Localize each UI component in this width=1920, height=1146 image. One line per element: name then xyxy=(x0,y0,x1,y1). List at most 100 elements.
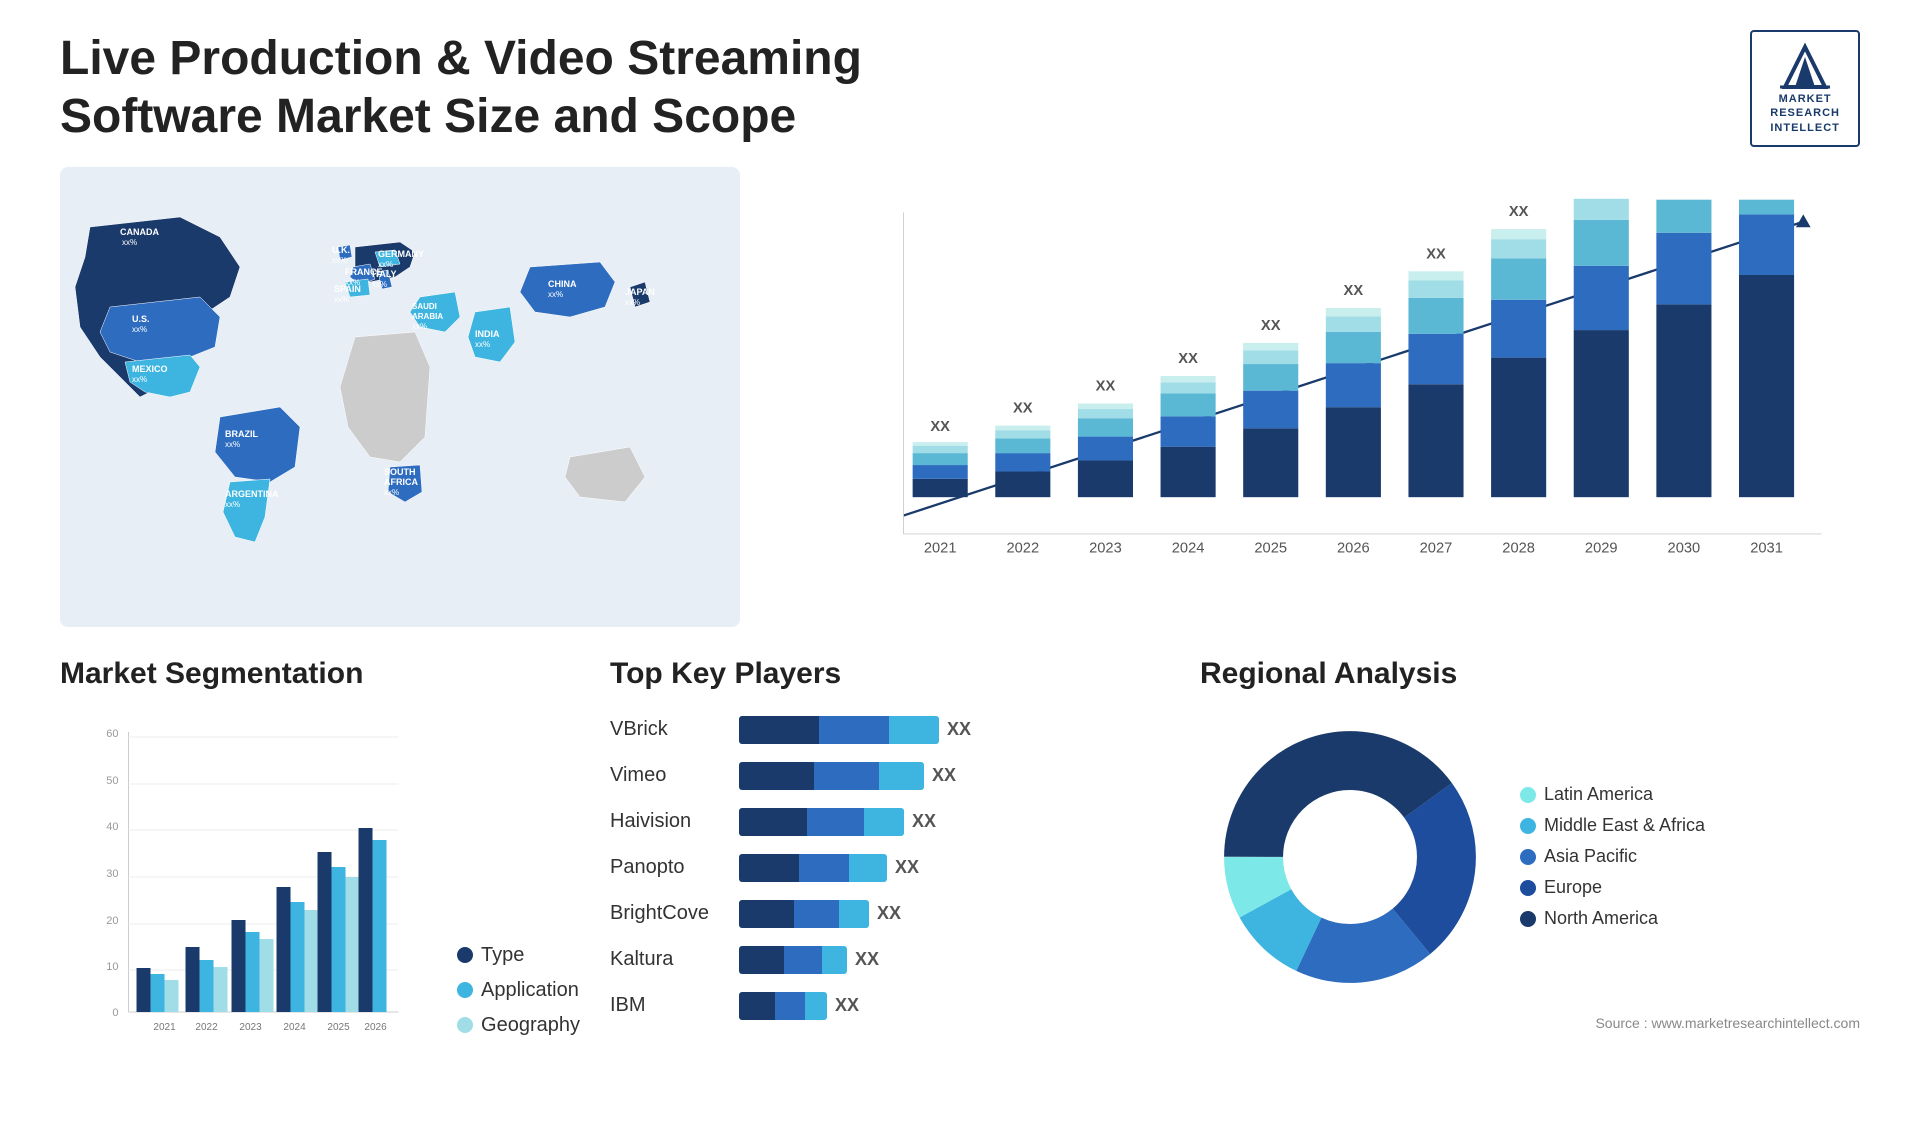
bar-vbrick-bg xyxy=(739,716,939,744)
key-players-title: Top Key Players xyxy=(610,657,1170,691)
svg-text:XX: XX xyxy=(1261,318,1281,334)
svg-text:2025: 2025 xyxy=(327,1022,350,1033)
bar-vbrick-val: XX xyxy=(947,719,971,740)
svg-text:2022: 2022 xyxy=(195,1022,218,1033)
legend-geo-label: Geography xyxy=(481,1014,580,1037)
svg-text:2026: 2026 xyxy=(364,1022,387,1033)
legend-latin-label: Latin America xyxy=(1544,784,1653,805)
svg-text:2025: 2025 xyxy=(1254,540,1287,556)
svg-text:2022: 2022 xyxy=(1006,540,1039,556)
svg-text:GERMANY: GERMANY xyxy=(378,249,424,259)
bar-haivision-bg xyxy=(739,808,904,836)
svg-text:2023: 2023 xyxy=(1089,540,1122,556)
legend-apac-dot xyxy=(1520,849,1536,865)
segmentation-section: Market Segmentation 0 10 20 30 40 50 xyxy=(60,657,580,1087)
svg-text:ARGENTINA: ARGENTINA xyxy=(225,489,279,499)
segmentation-chart: 0 10 20 30 40 50 60 xyxy=(60,722,437,1067)
legend-europe: Europe xyxy=(1520,877,1705,898)
pie-legend: Latin America Middle East & Africa Asia … xyxy=(1520,784,1705,929)
bar-brightcove-bg xyxy=(739,900,869,928)
legend-europe-label: Europe xyxy=(1544,877,1602,898)
bar-vimeo: XX xyxy=(739,753,1170,799)
svg-text:50: 50 xyxy=(106,775,118,787)
legend-na: North America xyxy=(1520,908,1705,929)
legend-mea-label: Middle East & Africa xyxy=(1544,815,1705,836)
legend-geography: Geography xyxy=(457,1014,580,1037)
svg-text:xx%: xx% xyxy=(332,256,347,265)
bottom-section: Market Segmentation 0 10 20 30 40 50 xyxy=(60,657,1860,1087)
bar-brightcove: XX xyxy=(739,891,1170,937)
svg-text:XX: XX xyxy=(930,419,950,435)
svg-text:AFRICA: AFRICA xyxy=(384,477,418,487)
svg-text:BRAZIL: BRAZIL xyxy=(225,429,258,439)
svg-text:xx%: xx% xyxy=(412,322,427,331)
svg-text:XX: XX xyxy=(1013,401,1033,417)
svg-text:xx%: xx% xyxy=(384,488,399,497)
svg-text:2027: 2027 xyxy=(1420,540,1453,556)
svg-text:U.S.: U.S. xyxy=(132,314,150,324)
legend-europe-dot xyxy=(1520,880,1536,896)
logo-text: MARKET RESEARCH INTELLECT xyxy=(1770,92,1840,135)
legend-type-dot xyxy=(457,947,473,963)
svg-text:ARABIA: ARABIA xyxy=(412,312,443,321)
legend-type: Type xyxy=(457,944,580,967)
regional-section: Regional Analysis xyxy=(1200,657,1860,1087)
pie-chart-svg xyxy=(1200,707,1500,1007)
bar-panopto-bg xyxy=(739,854,887,882)
logo-icon xyxy=(1775,42,1835,92)
legend-mea-dot xyxy=(1520,818,1536,834)
svg-text:INDIA: INDIA xyxy=(475,329,500,339)
svg-text:2021: 2021 xyxy=(153,1022,176,1033)
svg-text:xx%: xx% xyxy=(132,375,147,384)
seg-chart-svg: 0 10 20 30 40 50 60 xyxy=(60,722,437,1062)
svg-text:XX: XX xyxy=(1509,204,1529,220)
svg-text:20: 20 xyxy=(106,915,118,927)
bar-panopto-val: XX xyxy=(895,857,919,878)
legend-na-label: North America xyxy=(1544,908,1658,929)
svg-text:xx%: xx% xyxy=(132,325,147,334)
svg-text:2024: 2024 xyxy=(283,1022,306,1033)
svg-text:XX: XX xyxy=(1344,283,1364,299)
player-kaltura: Kaltura xyxy=(610,937,709,983)
svg-text:SAUDI: SAUDI xyxy=(412,302,437,311)
bar-chart-svg: XX 2021 XX 2022 xyxy=(830,177,1840,597)
svg-text:2026: 2026 xyxy=(1337,540,1370,556)
player-bars: XX XX xyxy=(739,707,1170,1029)
svg-text:XX: XX xyxy=(1096,379,1116,395)
svg-text:xx%: xx% xyxy=(372,280,387,289)
legend-apac: Asia Pacific xyxy=(1520,846,1705,867)
bar-haivision-val: XX xyxy=(912,811,936,832)
players-list: VBrick Vimeo Haivision Panopto BrightCov… xyxy=(610,707,1170,1029)
svg-text:2024: 2024 xyxy=(1172,540,1205,556)
top-section: CANADA xx% U.S. xx% MEXICO xx% BRAZIL xx… xyxy=(60,167,1860,627)
key-players-section: Top Key Players VBrick Vimeo Haivision P… xyxy=(610,657,1170,1087)
legend-app-label: Application xyxy=(481,979,579,1002)
svg-text:0: 0 xyxy=(112,1007,118,1019)
legend-latin-dot xyxy=(1520,787,1536,803)
legend-na-dot xyxy=(1520,911,1536,927)
svg-text:ITALY: ITALY xyxy=(372,269,397,279)
svg-text:xx%: xx% xyxy=(548,290,563,299)
bar-ibm-val: XX xyxy=(835,995,859,1016)
svg-text:xx%: xx% xyxy=(625,298,640,307)
player-names: VBrick Vimeo Haivision Panopto BrightCov… xyxy=(610,707,709,1029)
page-title: Live Production & Video Streaming Softwa… xyxy=(60,30,960,145)
player-vbrick: VBrick xyxy=(610,707,709,753)
page: Live Production & Video Streaming Softwa… xyxy=(0,0,1920,1146)
svg-text:CHINA: CHINA xyxy=(548,279,577,289)
svg-text:2031: 2031 xyxy=(1750,540,1783,556)
player-vimeo: Vimeo xyxy=(610,753,709,799)
svg-text:xx%: xx% xyxy=(334,295,349,304)
logo: MARKET RESEARCH INTELLECT xyxy=(1750,30,1860,147)
bar-ibm-bg xyxy=(739,992,827,1020)
bar-kaltura-bg xyxy=(739,946,847,974)
svg-text:CANADA: CANADA xyxy=(120,227,159,237)
svg-text:XX: XX xyxy=(1426,246,1446,262)
regional-content: Latin America Middle East & Africa Asia … xyxy=(1200,707,1860,1007)
svg-text:XX: XX xyxy=(1178,351,1198,367)
svg-text:2023: 2023 xyxy=(239,1022,262,1033)
svg-text:60: 60 xyxy=(106,728,118,740)
svg-text:30: 30 xyxy=(106,868,118,880)
header: Live Production & Video Streaming Softwa… xyxy=(60,30,1860,147)
legend-geo-dot xyxy=(457,1017,473,1033)
